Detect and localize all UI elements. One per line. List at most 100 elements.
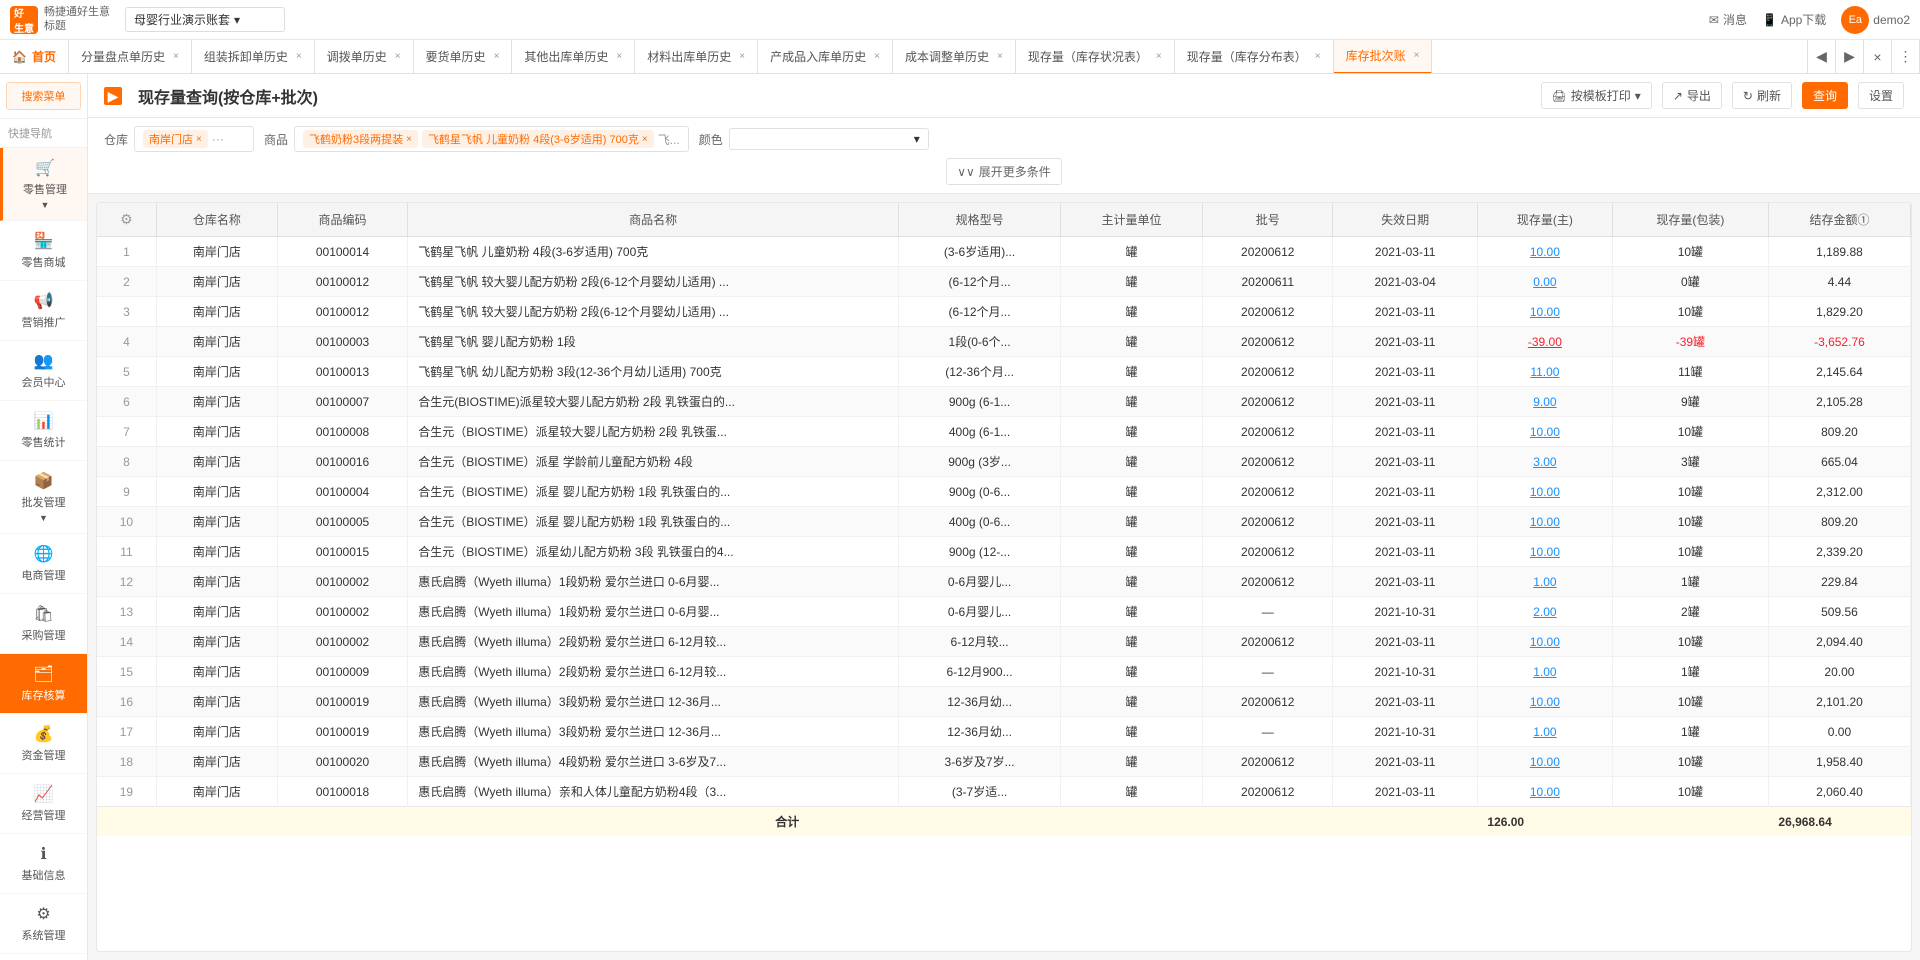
sidebar-item-retail-mgmt[interactable]: 🛒 零售管理 ▼ (0, 148, 87, 221)
tab-close-kupicha[interactable]: × (1414, 50, 1420, 61)
row-qty-main[interactable]: 10.00 (1477, 747, 1612, 777)
print-btn[interactable]: 🖨 按模板打印 ▾ (1541, 82, 1652, 109)
row-qty-main[interactable]: 10.00 (1477, 537, 1612, 567)
row-name: 惠氏启腾（Wyeth illuma）1段奶粉 爱尔兰进口 0-6月婴... (408, 597, 899, 627)
tab-xianzai1[interactable]: 现存量（库存状况表） × (1016, 40, 1175, 74)
sidebar-item-operations[interactable]: 📈 经营管理 (0, 774, 87, 834)
sidebar-item-ecommerce[interactable]: 🌐 电商管理 (0, 534, 87, 594)
tab-close-xianzai1[interactable]: × (1156, 51, 1162, 62)
tab-prev-btn[interactable]: ◀ (1808, 40, 1836, 74)
sidebar-item-wholesale[interactable]: 📦 批发管理 ▼ (0, 461, 87, 534)
tab-cailiao[interactable]: 材料出库单历史 × (635, 40, 758, 74)
tab-close-yao[interactable]: × (494, 51, 500, 62)
tab-fenpal[interactable]: 分量盘点单历史 × (69, 40, 192, 74)
sidebar-item-basic[interactable]: ℹ 基础信息 (0, 834, 87, 894)
tab-home[interactable]: 🏠 首页 (0, 40, 69, 74)
setting-btn[interactable]: 设置 (1858, 82, 1904, 109)
row-qty-main[interactable]: 1.00 (1477, 567, 1612, 597)
table-row: 18 南岸门店 00100020 惠氏启腾（Wyeth illuma）4段奶粉 … (97, 747, 1911, 777)
product-tag-1: 飞鹤奶粉3段两提装 × (303, 130, 418, 148)
row-qty-pack: 10罐 (1612, 507, 1768, 537)
tab-close-chengben[interactable]: × (997, 51, 1003, 62)
sidebar-item-retail-shop[interactable]: 🏪 零售商城 (0, 221, 87, 281)
row-warehouse: 南岸门店 (156, 567, 277, 597)
row-no: 4 (97, 327, 156, 357)
warehouse-tag-container[interactable]: 南岸门店 × ··· (134, 126, 254, 152)
row-qty-main[interactable]: 10.00 (1477, 687, 1612, 717)
sidebar-item-system[interactable]: ⚙ 系统管理 (0, 894, 87, 954)
page-title: 现存量查询(按仓库+批次) (138, 84, 318, 108)
row-spec: 3-6岁及7岁... (899, 747, 1061, 777)
tab-menu-btn[interactable]: ⋮ (1892, 40, 1920, 74)
tab-qita[interactable]: 其他出库单历史 × (512, 40, 635, 74)
sidebar-item-member[interactable]: 👥 会员中心 (0, 341, 87, 401)
row-qty-main[interactable]: 10.00 (1477, 237, 1612, 267)
refresh-btn[interactable]: ↻ 刷新 (1732, 82, 1792, 109)
row-qty-main[interactable]: 10.00 (1477, 777, 1612, 807)
tab-chengpin[interactable]: 产成品入库单历史 × (758, 40, 893, 74)
tab-yao[interactable]: 要货单历史 × (414, 40, 513, 74)
tab-close-zuche[interactable]: × (296, 51, 302, 62)
tab-close-tiaopi[interactable]: × (395, 51, 401, 62)
warehouse-tag-close[interactable]: × (196, 134, 202, 145)
row-unit: 罐 (1061, 567, 1203, 597)
row-amount: 4.44 (1768, 267, 1910, 297)
org-selector[interactable]: 母婴行业演示账套 ▾ (125, 7, 285, 32)
row-qty-main[interactable]: 11.00 (1477, 357, 1612, 387)
row-qty-main[interactable]: 9.00 (1477, 387, 1612, 417)
row-qty-pack: 10罐 (1612, 297, 1768, 327)
col-setting-header[interactable]: ⚙ (97, 203, 156, 237)
expand-icon-btn[interactable]: ▶ (104, 87, 122, 105)
row-name: 飞鹤星飞帆 婴儿配方奶粉 1段 (408, 327, 899, 357)
product-tag-container[interactable]: 飞鹤奶粉3段两提装 × 飞鹤星飞帆 儿童奶粉 4段(3-6岁适用) 700克 ×… (294, 126, 689, 152)
tab-close-chengpin[interactable]: × (874, 51, 880, 62)
app-icon: 📱 (1762, 13, 1777, 27)
tab-next-btn[interactable]: ▶ (1836, 40, 1864, 74)
row-qty-main[interactable]: 1.00 (1477, 717, 1612, 747)
row-qty-main[interactable]: 0.00 (1477, 267, 1612, 297)
row-qty-main[interactable]: 1.00 (1477, 657, 1612, 687)
col-setting-icon[interactable]: ⚙ (120, 211, 133, 227)
tab-close-all-btn[interactable]: × (1864, 40, 1892, 74)
tab-tiaopi[interactable]: 调拨单历史 × (315, 40, 414, 74)
sidebar-item-purchase[interactable]: 🛍 采购管理 (0, 594, 87, 654)
basic-icon: ℹ (40, 844, 46, 864)
product-tag-1-close[interactable]: × (406, 134, 412, 145)
sidebar-item-inventory[interactable]: 🗂 库存核算 (0, 654, 87, 714)
query-btn[interactable]: 查询 (1802, 82, 1848, 109)
expand-more-btn[interactable]: ∨∨ 展开更多条件 (946, 158, 1062, 185)
tab-close-qita[interactable]: × (616, 51, 622, 62)
message-btn[interactable]: ✉ 消息 (1709, 11, 1747, 28)
tab-xianzai2[interactable]: 现存量（库存分布表） × (1175, 40, 1334, 74)
color-tag-container[interactable]: ▾ (729, 128, 929, 150)
product-tag-2-close[interactable]: × (642, 134, 648, 145)
export-btn[interactable]: ↗ 导出 (1662, 82, 1722, 109)
tab-close-cailiao[interactable]: × (739, 51, 745, 62)
row-qty-main[interactable]: -39.00 (1477, 327, 1612, 357)
purchase-icon: 🛍 (33, 604, 53, 624)
sidebar-item-finance[interactable]: 💰 资金管理 (0, 714, 87, 774)
app-download-btn[interactable]: 📱 App下载 (1762, 11, 1826, 28)
row-no: 8 (97, 447, 156, 477)
tab-kupicha[interactable]: 库存批次账 × (1334, 40, 1433, 74)
tab-close-xianzai2[interactable]: × (1315, 51, 1321, 62)
row-qty-main[interactable]: 10.00 (1477, 477, 1612, 507)
row-qty-main[interactable]: 10.00 (1477, 297, 1612, 327)
tab-zuche[interactable]: 组装拆卸单历史 × (192, 40, 315, 74)
row-qty-main[interactable]: 10.00 (1477, 507, 1612, 537)
row-qty-main[interactable]: 10.00 (1477, 417, 1612, 447)
table-row: 2 南岸门店 00100012 飞鹤星飞帆 较大婴儿配方奶粉 2段(6-12个月… (97, 267, 1911, 297)
row-qty-main[interactable]: 10.00 (1477, 627, 1612, 657)
row-spec: 0-6月婴儿... (899, 567, 1061, 597)
sidebar-item-retail-stats[interactable]: 📊 零售统计 (0, 401, 87, 461)
tab-chengben[interactable]: 成本调整单历史 × (893, 40, 1016, 74)
search-menu-btn[interactable]: 搜索菜单 (6, 82, 81, 110)
row-qty-main[interactable]: 2.00 (1477, 597, 1612, 627)
tab-close-fenpal[interactable]: × (173, 51, 179, 62)
row-qty-main[interactable]: 3.00 (1477, 447, 1612, 477)
sidebar-item-enterprise[interactable]: 🤝 企业协同 (0, 954, 87, 960)
user-area[interactable]: Ea demo2 (1841, 6, 1910, 34)
sidebar-item-marketing[interactable]: 📢 营销推广 (0, 281, 87, 341)
col-warehouse: 仓库名称 (156, 203, 277, 237)
row-spec: 12-36月幼... (899, 687, 1061, 717)
